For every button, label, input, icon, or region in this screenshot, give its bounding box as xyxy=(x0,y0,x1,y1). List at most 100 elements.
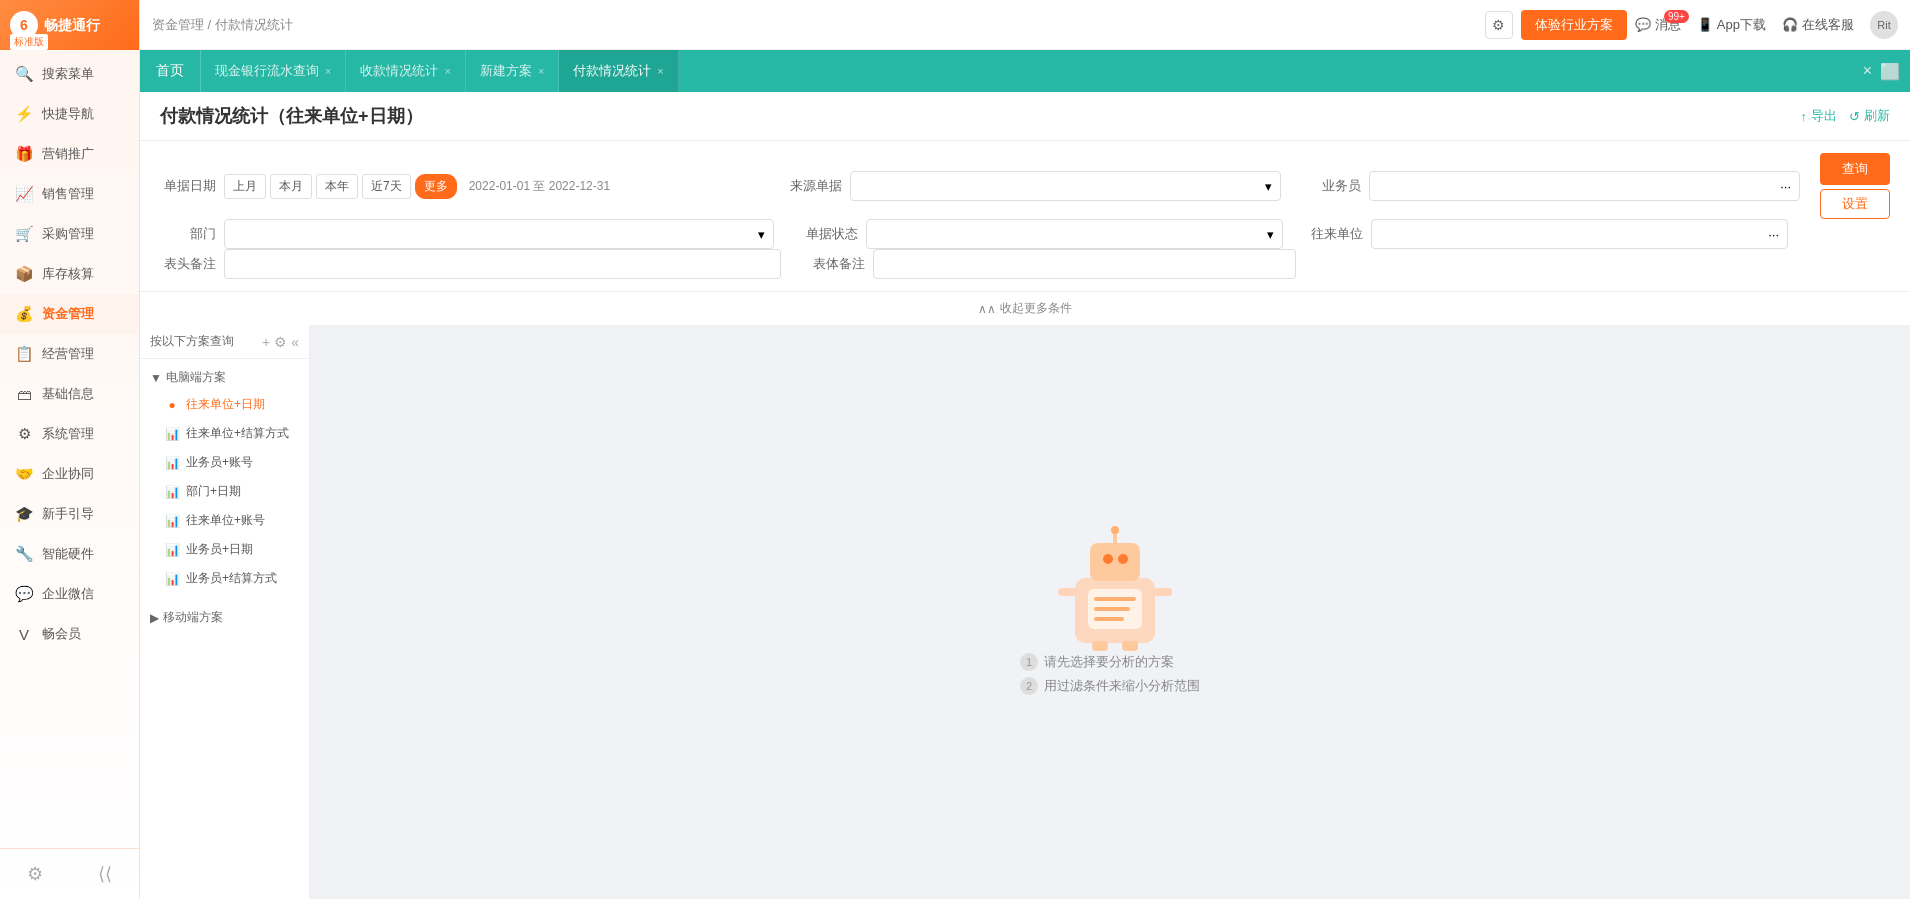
tab-new-scheme-label: 新建方案 xyxy=(480,62,532,80)
date-btn-more[interactable]: 更多 xyxy=(415,174,457,199)
sidebar-item-basic-info[interactable]: 🗃基础信息 xyxy=(0,374,139,414)
body-note-input[interactable] xyxy=(873,249,1295,279)
filter-area: 单据日期 上月 本月 本年 近7天 更多 2022-01-01 至 2022-1… xyxy=(140,141,1910,291)
filter-settings-button[interactable]: 设置 xyxy=(1820,189,1890,219)
scheme-active-icon: ● xyxy=(164,397,180,413)
doc-status-select[interactable]: ▾ xyxy=(866,219,1283,249)
avatar-text: Rit xyxy=(1877,19,1890,31)
chevron-right-icon: ▶ xyxy=(150,611,159,625)
date-btn-last-month[interactable]: 上月 xyxy=(224,174,266,199)
sidebar-item-search-menu[interactable]: 🔍 搜索菜单 xyxy=(0,54,139,94)
nav-label-enterprise: 企业协同 xyxy=(42,465,94,483)
nav-icon-search-menu: 🔍 xyxy=(14,64,34,84)
tab-receipt[interactable]: 收款情况统计 × xyxy=(346,50,465,92)
date-range: 2022-01-01 至 2022-12-31 xyxy=(469,178,610,195)
scheme-partner-settle[interactable]: 📊 往来单位+结算方式 xyxy=(140,419,309,448)
left-panel: 按以下方案查询 + ⚙ « ▼ 电脑端方案 ● 往来单位+日期 xyxy=(140,325,310,899)
message-button[interactable]: 💬 消息 99+ xyxy=(1635,16,1681,34)
scheme-icon-2: 📊 xyxy=(164,455,180,471)
collapse-sidebar-icon[interactable]: ⟨⟨ xyxy=(90,859,120,889)
sidebar-item-system[interactable]: ⚙系统管理 xyxy=(0,414,139,454)
sidebar-item-member[interactable]: V畅会员 xyxy=(0,614,139,654)
empty-illustration xyxy=(1050,523,1170,643)
svg-rect-11 xyxy=(1154,588,1172,596)
sidebar-item-capital[interactable]: 💰资金管理 xyxy=(0,294,139,334)
sidebar-nav: 🔍 搜索菜单 ⚡快捷导航🎁营销推广📈销售管理🛒采购管理📦库存核算💰资金管理📋经营管理… xyxy=(0,50,139,848)
tab-maximize-icon[interactable]: ⬜ xyxy=(1880,62,1900,81)
sidebar-item-marketing[interactable]: 🎁营销推广 xyxy=(0,134,139,174)
settings-icon[interactable]: ⚙ xyxy=(1485,11,1513,39)
sidebar-item-sales[interactable]: 📈销售管理 xyxy=(0,174,139,214)
sidebar-item-weixin[interactable]: 💬企业微信 xyxy=(0,574,139,614)
scheme-partner-date[interactable]: ● 往来单位+日期 xyxy=(140,390,309,419)
scheme-icon-4: 📊 xyxy=(164,513,180,529)
nav-icon-capital: 💰 xyxy=(14,304,34,324)
filter-row-1: 单据日期 上月 本月 本年 近7天 更多 2022-01-01 至 2022-1… xyxy=(160,153,1890,219)
scheme-salesman-date-label: 业务员+日期 xyxy=(186,541,253,558)
scheme-salesman-account[interactable]: 📊 业务员+账号 xyxy=(140,448,309,477)
source-select[interactable]: ▾ xyxy=(850,171,1281,201)
sidebar-item-operations[interactable]: 📋经营管理 xyxy=(0,334,139,374)
empty-tip-1: 1 请先选择要分析的方案 xyxy=(1020,653,1200,671)
date-btn-7days[interactable]: 近7天 xyxy=(362,174,411,199)
scheme-salesman-date[interactable]: 📊 业务员+日期 xyxy=(140,535,309,564)
scheme-partner-account[interactable]: 📊 往来单位+账号 xyxy=(140,506,309,535)
tab-bank[interactable]: 现金银行流水查询 × xyxy=(201,50,346,92)
panel-settings-button[interactable]: ⚙ xyxy=(274,334,287,350)
tab-receipt-close[interactable]: × xyxy=(444,65,450,77)
refresh-button[interactable]: ↺ 刷新 xyxy=(1849,107,1890,125)
nav-icon-operations: 📋 xyxy=(14,344,34,364)
scheme-icon-5: 📊 xyxy=(164,542,180,558)
collapse-more-bar[interactable]: ∧∧ 收起更多条件 xyxy=(140,291,1910,325)
avatar[interactable]: Rit xyxy=(1870,11,1898,39)
sidebar-item-guide[interactable]: 🎓新手引导 xyxy=(0,494,139,534)
nav-icon-system: ⚙ xyxy=(14,424,34,444)
phone-icon: 📱 xyxy=(1697,17,1713,32)
partner-label: 往来单位 xyxy=(1307,225,1363,243)
header-note-input[interactable] xyxy=(224,249,781,279)
desktop-group-label: 电脑端方案 xyxy=(166,369,226,386)
nav-label-search-menu: 搜索菜单 xyxy=(42,65,94,83)
online-service-button[interactable]: 🎧 在线客服 xyxy=(1782,16,1854,34)
trial-button[interactable]: 体验行业方案 xyxy=(1521,10,1627,40)
scheme-dept-date[interactable]: 📊 部门+日期 xyxy=(140,477,309,506)
panel-actions: + ⚙ « xyxy=(262,334,299,350)
doc-status-label: 单据状态 xyxy=(798,225,858,243)
refresh-icon: ↺ xyxy=(1849,109,1860,124)
sidebar-item-smart-hw[interactable]: 🔧智能硬件 xyxy=(0,534,139,574)
tip-text-1: 请先选择要分析的方案 xyxy=(1044,653,1174,671)
mobile-group-label: 移动端方案 xyxy=(163,609,223,626)
sidebar-item-enterprise[interactable]: 🤝企业协同 xyxy=(0,454,139,494)
query-button[interactable]: 查询 xyxy=(1820,153,1890,185)
tab-bank-close[interactable]: × xyxy=(325,65,331,77)
partner-select[interactable]: ··· xyxy=(1371,219,1788,249)
nav-label-member: 畅会员 xyxy=(42,625,81,643)
tab-payment[interactable]: 付款情况统计 × xyxy=(559,50,678,92)
salesman-label: 业务员 xyxy=(1305,177,1361,195)
right-main: 1 请先选择要分析的方案 2 用过滤条件来缩小分析范围 xyxy=(310,325,1910,899)
panel-add-button[interactable]: + xyxy=(262,334,270,350)
scheme-dept-date-label: 部门+日期 xyxy=(186,483,241,500)
desktop-group-header[interactable]: ▼ 电脑端方案 xyxy=(140,365,309,390)
tab-new-scheme[interactable]: 新建方案 × xyxy=(466,50,559,92)
app-download-button[interactable]: 📱 App下载 xyxy=(1697,16,1766,34)
sidebar-item-quick-nav[interactable]: ⚡快捷导航 xyxy=(0,94,139,134)
settings-bottom-icon[interactable]: ⚙ xyxy=(19,859,51,889)
salesman-select[interactable]: ··· xyxy=(1369,171,1800,201)
empty-state: 1 请先选择要分析的方案 2 用过滤条件来缩小分析范围 xyxy=(1020,523,1200,701)
tab-payment-close[interactable]: × xyxy=(657,65,663,77)
panel-collapse-button[interactable]: « xyxy=(291,334,299,350)
export-button[interactable]: ↑ 导出 xyxy=(1801,107,1838,125)
sidebar-item-purchase[interactable]: 🛒采购管理 xyxy=(0,214,139,254)
date-btn-this-month[interactable]: 本月 xyxy=(270,174,312,199)
svg-point-9 xyxy=(1111,526,1119,534)
tab-new-scheme-close[interactable]: × xyxy=(538,65,544,77)
tab-close-all-icon[interactable]: × xyxy=(1863,62,1872,80)
sidebar-item-inventory[interactable]: 📦库存核算 xyxy=(0,254,139,294)
export-icon: ↑ xyxy=(1801,109,1808,124)
mobile-group-header[interactable]: ▶ 移动端方案 xyxy=(140,605,309,630)
date-btn-this-year[interactable]: 本年 xyxy=(316,174,358,199)
scheme-salesman-settle[interactable]: 📊 业务员+结算方式 xyxy=(140,564,309,593)
tab-home[interactable]: 首页 xyxy=(140,50,201,92)
dept-select[interactable]: ▾ xyxy=(224,219,774,249)
